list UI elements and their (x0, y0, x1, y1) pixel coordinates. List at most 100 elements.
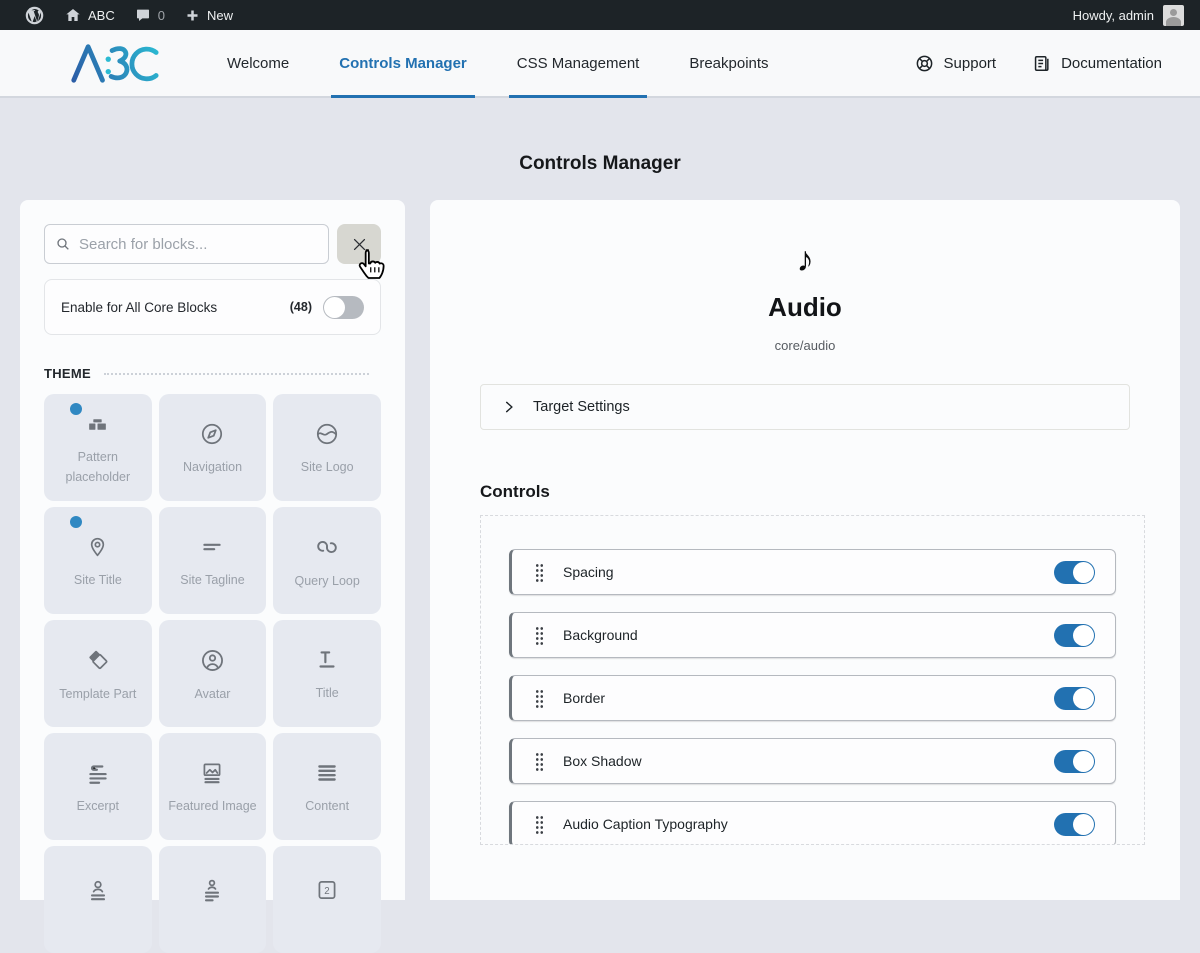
control-label: Spacing (563, 564, 614, 580)
block-label: Featured Image (168, 799, 257, 814)
block-slug: core/audio (774, 338, 836, 353)
site-name: ABC (88, 7, 115, 23)
block-card-excerpt[interactable]: Excerpt (44, 733, 152, 840)
site-logo-icon (317, 424, 338, 445)
control-row-border[interactable]: Border (509, 675, 1116, 721)
enable-all-toggle[interactable] (323, 295, 364, 319)
block-label: Query Loop (294, 574, 360, 589)
enabled-dot (70, 516, 82, 528)
new-label: New (206, 7, 233, 23)
drag-handle-icon[interactable] (535, 625, 544, 645)
post-author-icon (205, 879, 220, 902)
block-grid: Pattern placeholder Navigation Site Logo… (44, 394, 381, 953)
block-label: Excerpt (76, 799, 120, 814)
control-label: Background (563, 627, 638, 643)
tab-label: Welcome (227, 54, 290, 72)
template-part-icon (89, 650, 108, 669)
block-card-template-part[interactable]: Template Part (44, 620, 152, 727)
box-shadow-toggle[interactable] (1054, 749, 1095, 773)
plugin-nav: Welcome Controls Manager CSS Management … (0, 30, 1200, 98)
enable-all-count: (48) (289, 300, 312, 314)
date-icon: 2 (318, 880, 336, 899)
query-loop-icon (317, 541, 337, 554)
admin-bar-account[interactable]: Howdy, admin (1072, 4, 1186, 26)
chevron-right-icon (505, 401, 513, 413)
block-card-featured-image[interactable]: Featured Image (158, 733, 267, 840)
enable-all-core-blocks-row: Enable for All Core Blocks (48) (44, 279, 381, 335)
drag-handle-icon[interactable] (535, 562, 544, 582)
target-settings-accordion[interactable]: Target Settings (480, 384, 1130, 430)
clear-search-button[interactable] (337, 224, 381, 264)
block-label: Site Logo (300, 460, 354, 475)
block-card-navigation[interactable]: Navigation (158, 394, 267, 501)
documentation-link[interactable]: Documentation (1032, 54, 1162, 73)
search-row (44, 224, 381, 264)
block-card-title[interactable]: Title (273, 620, 381, 727)
tab-css-management[interactable]: CSS Management (492, 30, 665, 98)
pattern-icon (89, 419, 107, 430)
control-row-background[interactable]: Background (509, 612, 1116, 658)
search-wrap (44, 224, 329, 264)
block-card-query-loop[interactable]: Query Loop (273, 507, 381, 614)
admin-bar-site-menu[interactable]: ABC (55, 0, 125, 30)
border-toggle[interactable] (1054, 686, 1095, 710)
block-card-avatar[interactable]: Avatar (158, 620, 267, 727)
enabled-dot (70, 403, 82, 415)
audio-caption-typography-toggle[interactable] (1054, 812, 1095, 836)
avatar (1163, 4, 1184, 26)
block-label: Template Part (59, 686, 137, 701)
wp-admin-bar: ABC 0 New Howdy, admin (0, 0, 1200, 30)
tab-underline (508, 95, 648, 98)
svg-text:2: 2 (324, 886, 329, 897)
control-row-box-shadow[interactable]: Box Shadow (509, 738, 1116, 784)
block-card-pattern-placeholder[interactable]: Pattern placeholder (44, 394, 152, 501)
abc-logo[interactable] (66, 30, 162, 96)
controls-sortable-list: Spacing Background Border Box Shadow Aud… (480, 515, 1145, 845)
spacing-toggle[interactable] (1054, 560, 1095, 584)
drag-handle-icon[interactable] (535, 688, 544, 708)
home-icon (66, 9, 80, 21)
author-icon (90, 880, 105, 901)
plus-icon (187, 10, 198, 20)
audio-note-icon: ♪ (796, 240, 814, 279)
wordpress-logo-icon[interactable] (14, 0, 55, 30)
lifebuoy-icon (916, 55, 932, 71)
navigation-icon (202, 424, 223, 445)
control-label: Audio Caption Typography (563, 816, 728, 832)
block-label: Avatar (194, 686, 231, 701)
control-row-spacing[interactable]: Spacing (509, 549, 1116, 595)
control-row-audio-caption-typography[interactable]: Audio Caption Typography (509, 801, 1116, 844)
nav-tabs: Welcome Controls Manager CSS Management … (202, 30, 794, 98)
background-toggle[interactable] (1054, 623, 1095, 647)
content-icon (318, 765, 336, 782)
enable-all-label: Enable for All Core Blocks (61, 299, 218, 315)
block-settings-panel: ♪ Audio core/audio Target Settings Contr… (430, 200, 1180, 900)
drag-handle-icon[interactable] (535, 751, 544, 771)
admin-bar-comments[interactable]: 0 (125, 0, 175, 30)
tab-label: Breakpoints (689, 54, 769, 72)
block-card-content[interactable]: Content (273, 733, 381, 840)
howdy-text: Howdy, admin (1072, 7, 1154, 23)
tab-breakpoints[interactable]: Breakpoints (664, 30, 793, 96)
block-card-site-title[interactable]: Site Title (44, 507, 152, 614)
support-link[interactable]: Support (915, 54, 996, 73)
block-label: Site Title (73, 572, 122, 587)
documentation-label: Documentation (1061, 54, 1162, 72)
tab-welcome[interactable]: Welcome (202, 30, 314, 96)
theme-section-header: THEME (44, 366, 381, 381)
featured-image-icon (204, 763, 221, 784)
drag-handle-icon[interactable] (535, 814, 544, 834)
nav-links: Support Documentation (915, 30, 1162, 96)
control-label: Box Shadow (563, 753, 642, 769)
block-label: Content (305, 799, 350, 814)
block-card-site-logo[interactable]: Site Logo (273, 394, 381, 501)
controls-section-title: Controls (480, 482, 550, 501)
page-title: Controls Manager (519, 153, 681, 174)
comments-count: 0 (157, 7, 165, 23)
tab-controls-manager[interactable]: Controls Manager (314, 30, 492, 98)
block-card-site-tagline[interactable]: Site Tagline (158, 507, 267, 614)
close-icon (353, 238, 365, 250)
search-input[interactable] (44, 224, 329, 264)
site-title-icon (91, 537, 105, 556)
admin-bar-new[interactable]: New (175, 0, 243, 30)
